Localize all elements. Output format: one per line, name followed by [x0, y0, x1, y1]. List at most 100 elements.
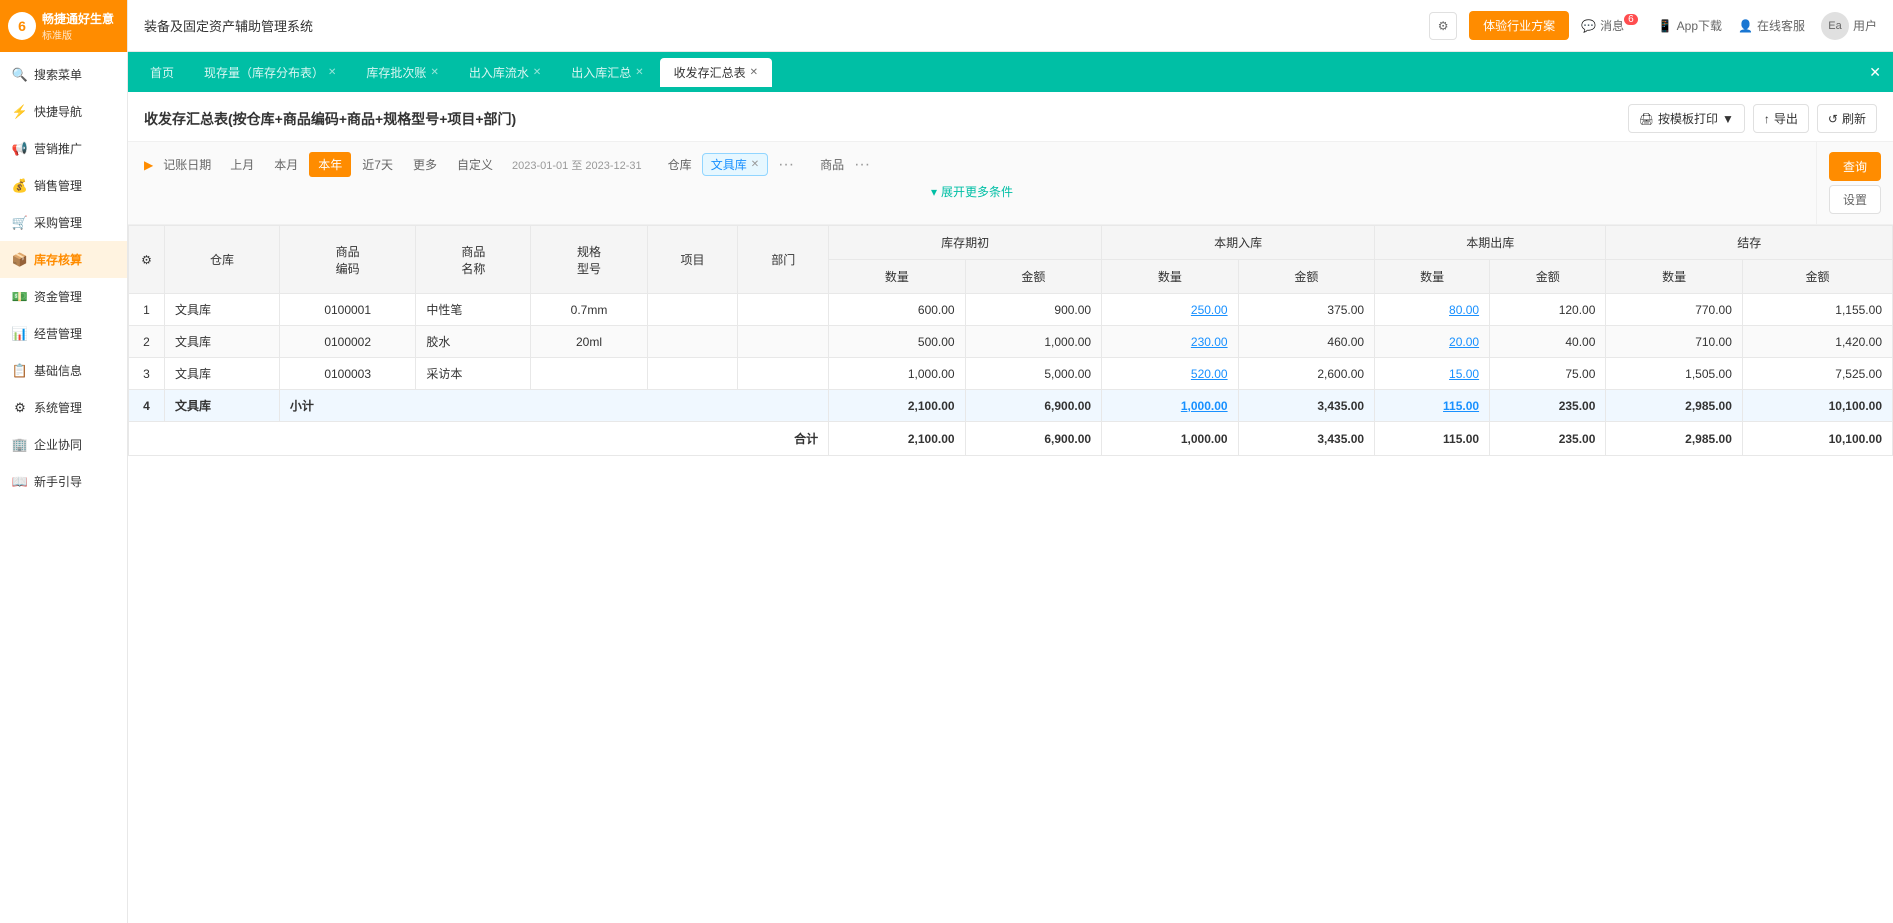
- opening-amt-header: 金额: [965, 260, 1102, 294]
- warehouse-col-header: 仓库: [165, 226, 280, 294]
- settings-col-header[interactable]: ⚙: [129, 226, 165, 294]
- row-balance-amt: 7,525.00: [1742, 358, 1892, 390]
- balance-amt-header: 金额: [1742, 260, 1892, 294]
- in-amt-header: 金额: [1238, 260, 1375, 294]
- sidebar-item-销售管理[interactable]: 💰销售管理: [0, 167, 127, 204]
- sidebar-item-经营管理[interactable]: 📊经营管理: [0, 315, 127, 352]
- tab-item-3[interactable]: 出入库流水✕: [455, 58, 555, 87]
- this-year-btn[interactable]: 本年: [309, 152, 351, 177]
- tab-label: 现存量（库存分布表）: [204, 64, 324, 81]
- footer-in-qty: 1,000.00: [1102, 422, 1239, 456]
- row-goods-code: 0100003: [279, 358, 416, 390]
- warehouse-more-btn[interactable]: ···: [778, 156, 794, 174]
- data-table: ⚙ 仓库 商品编码 商品名称 规格型号 项目 部门 库存期初 本期入库 本期出库…: [128, 225, 1893, 456]
- tab-item-1[interactable]: 现存量（库存分布表） ✕: [190, 58, 350, 87]
- opening-group-header: 库存期初: [829, 226, 1102, 260]
- logo-icon: 6: [8, 12, 36, 40]
- row-warehouse: 文具库: [165, 326, 280, 358]
- row-in-qty[interactable]: 250.00: [1102, 294, 1239, 326]
- subtotal-opening-qty: 2,100.00: [829, 390, 966, 422]
- row-warehouse: 文具库: [165, 294, 280, 326]
- messages-button[interactable]: 💬 消息 6: [1581, 17, 1642, 34]
- footer-opening-qty: 2,100.00: [829, 422, 966, 456]
- sidebar-item-搜索菜单[interactable]: 🔍搜索菜单: [0, 56, 127, 93]
- sidebar-item-库存核算[interactable]: 📦库存核算: [0, 241, 127, 278]
- last7days-btn[interactable]: 近7天: [353, 152, 402, 177]
- tab-close-icon[interactable]: ✕: [750, 67, 758, 78]
- sidebar-item-快捷导航[interactable]: ⚡快捷导航: [0, 93, 127, 130]
- period-out-group-header: 本期出库: [1375, 226, 1606, 260]
- tab-item-0[interactable]: 首页: [136, 58, 188, 87]
- tab-item-4[interactable]: 出入库汇总✕: [557, 58, 657, 87]
- sidebar-item-系统管理[interactable]: ⚙系统管理: [0, 389, 127, 426]
- subtotal-out-qty[interactable]: 115.00: [1375, 390, 1490, 422]
- tab-bar-close-btn[interactable]: ✕: [1865, 60, 1885, 85]
- row-project: [647, 358, 738, 390]
- sidebar-icon: 💵: [12, 289, 28, 305]
- online-service-button[interactable]: 👤 在线客服: [1738, 17, 1805, 34]
- out-amt-header: 金额: [1490, 260, 1606, 294]
- subtotal-in-qty[interactable]: 1,000.00: [1102, 390, 1239, 422]
- row-opening-qty: 500.00: [829, 326, 966, 358]
- sidebar-icon: 🛒: [12, 215, 28, 231]
- app-download-button[interactable]: 📱 App下载: [1658, 17, 1722, 34]
- row-out-qty[interactable]: 15.00: [1375, 358, 1490, 390]
- sidebar-label: 企业协同: [34, 436, 82, 453]
- subtotal-label: 小计: [279, 390, 828, 422]
- tab-close-icon[interactable]: ✕: [533, 67, 541, 78]
- refresh-icon: ↺: [1828, 112, 1838, 126]
- filter-expand-arrow[interactable]: ▶: [144, 158, 153, 172]
- row-out-qty[interactable]: 80.00: [1375, 294, 1490, 326]
- print-icon: 🖨: [1639, 112, 1654, 126]
- warehouse-tag-close[interactable]: ✕: [751, 159, 759, 170]
- tab-item-5[interactable]: 收发存汇总表✕: [660, 58, 772, 87]
- goods-more-btn[interactable]: ···: [854, 156, 870, 174]
- date-filter-group: 上月 本月 本年 近7天 更多 自定义: [221, 152, 502, 177]
- custom-date-btn[interactable]: 自定义: [448, 152, 502, 177]
- tab-item-2[interactable]: 库存批次账✕: [352, 58, 452, 87]
- balance-group-header: 结存: [1606, 226, 1893, 260]
- user-button[interactable]: Ea 用户: [1821, 12, 1877, 40]
- goods-filter-label: 商品: [820, 156, 844, 173]
- row-in-qty[interactable]: 230.00: [1102, 326, 1239, 358]
- this-month-btn[interactable]: 本月: [265, 152, 307, 177]
- row-no: 2: [129, 326, 165, 358]
- footer-out-amt: 235.00: [1490, 422, 1606, 456]
- row-balance-qty: 770.00: [1606, 294, 1743, 326]
- settings-gear-button[interactable]: ⚙: [1429, 12, 1457, 40]
- print-button[interactable]: 🖨 按模板打印 ▼: [1628, 104, 1745, 133]
- subtotal-opening-amt: 6,900.00: [965, 390, 1102, 422]
- warehouse-filter-label: 仓库: [668, 156, 692, 173]
- sidebar-menu: 🔍搜索菜单⚡快捷导航📢营销推广💰销售管理🛒采购管理📦库存核算💵资金管理📊经营管理…: [0, 52, 127, 923]
- sidebar-icon: ⚡: [12, 104, 28, 120]
- filter-main: ▶ 记账日期 上月 本月 本年 近7天 更多 自定义 2023-01-01 至 …: [128, 142, 1816, 224]
- refresh-button[interactable]: ↺ 刷新: [1817, 104, 1877, 133]
- export-button[interactable]: ↑ 导出: [1753, 104, 1809, 133]
- sidebar-item-新手引导[interactable]: 📖新手引导: [0, 463, 127, 500]
- sidebar-label: 搜索菜单: [34, 66, 82, 83]
- row-in-qty[interactable]: 520.00: [1102, 358, 1239, 390]
- expand-more-btn[interactable]: ▾ 展开更多条件: [931, 183, 1013, 200]
- data-table-section: ⚙ 仓库 商品编码 商品名称 规格型号 项目 部门 库存期初 本期入库 本期出库…: [128, 225, 1893, 923]
- sidebar-item-资金管理[interactable]: 💵资金管理: [0, 278, 127, 315]
- sidebar-item-企业协同[interactable]: 🏢企业协同: [0, 426, 127, 463]
- tab-close-icon[interactable]: ✕: [328, 67, 336, 78]
- trial-button[interactable]: 体验行业方案: [1469, 11, 1569, 40]
- last-month-btn[interactable]: 上月: [221, 152, 263, 177]
- more-date-btn[interactable]: 更多: [404, 152, 446, 177]
- warehouse-tag[interactable]: 文具库 ✕: [702, 153, 768, 176]
- sidebar: 6 畅捷通好生意 标准版 🔍搜索菜单⚡快捷导航📢营销推广💰销售管理🛒采购管理📦库…: [0, 0, 128, 923]
- row-out-qty[interactable]: 20.00: [1375, 326, 1490, 358]
- system-title: 装备及固定资产辅助管理系统: [144, 16, 1417, 35]
- project-col-header: 项目: [647, 226, 738, 294]
- sidebar-item-营销推广[interactable]: 📢营销推广: [0, 130, 127, 167]
- sidebar-item-采购管理[interactable]: 🛒采购管理: [0, 204, 127, 241]
- tab-close-icon[interactable]: ✕: [635, 67, 643, 78]
- query-button[interactable]: 查询: [1829, 152, 1881, 181]
- sidebar-icon: 📖: [12, 474, 28, 490]
- sidebar-label: 库存核算: [34, 251, 82, 268]
- tab-close-icon[interactable]: ✕: [430, 67, 438, 78]
- row-opening-qty: 600.00: [829, 294, 966, 326]
- sidebar-item-基础信息[interactable]: 📋基础信息: [0, 352, 127, 389]
- settings-button[interactable]: 设置: [1829, 185, 1881, 214]
